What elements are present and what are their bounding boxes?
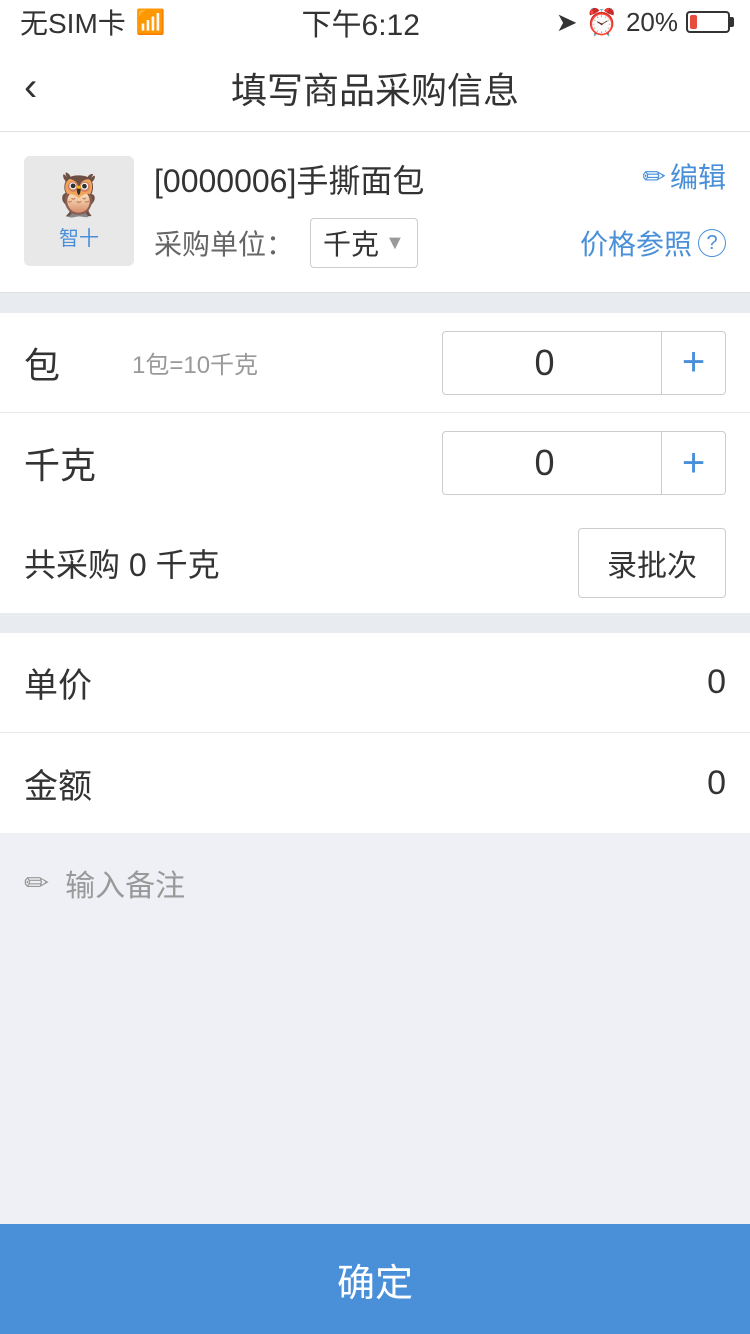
location-icon: ➤	[556, 7, 578, 38]
summary-row: 共采购 0 千克 录批次	[0, 513, 750, 613]
status-bar: 无SIM卡 📶 下午6:12 ➤ ⏰ 20%	[0, 0, 750, 44]
kg-plus-button[interactable]: +	[662, 431, 726, 495]
unit-price-value: 0	[707, 663, 726, 702]
page-title: 填写商品采购信息	[231, 62, 519, 114]
unit-label-text: 采购单位：	[154, 223, 294, 263]
status-right: ➤ ⏰ 20%	[556, 7, 730, 38]
edit-button[interactable]: ✏ 编辑	[643, 156, 726, 196]
edit-icon: ✏	[643, 160, 666, 193]
bao-input[interactable]	[442, 331, 662, 395]
kg-input-wrap: +	[442, 431, 726, 495]
price-section: 单价 0 金额 0	[0, 633, 750, 833]
product-name: [0000006]手撕面包	[154, 156, 726, 202]
product-info: [0000006]手撕面包 采购单位： 千克 ▼ 价格参照 ?	[154, 156, 726, 268]
product-image: 🦉 智十	[24, 156, 134, 266]
bao-plus-button[interactable]: +	[662, 331, 726, 395]
total-amount-label: 金额	[24, 759, 92, 808]
status-left: 无SIM卡 📶	[20, 2, 166, 42]
unit-value: 千克	[323, 223, 379, 263]
kg-input-row: 千克 +	[0, 413, 750, 513]
total-amount-row: 金额 0	[0, 733, 750, 833]
alarm-icon: ⏰	[586, 7, 618, 38]
battery-percentage: 20%	[626, 7, 678, 38]
product-card: 🦉 智十 [0000006]手撕面包 采购单位： 千克 ▼ 价格参照 ? ✏ 编…	[0, 132, 750, 293]
note-placeholder-text: 输入备注	[65, 861, 185, 905]
bao-input-row: 包 1包=10千克 +	[0, 313, 750, 413]
battery-indicator	[686, 11, 730, 33]
dropdown-arrow-icon: ▼	[385, 232, 405, 255]
unit-selector[interactable]: 千克 ▼	[310, 218, 418, 268]
kg-input[interactable]	[442, 431, 662, 495]
back-button[interactable]: ‹	[24, 65, 37, 110]
content-spacer	[0, 933, 750, 1273]
bao-label: 包	[24, 337, 124, 389]
total-amount-value: 0	[707, 764, 726, 803]
confirm-button[interactable]: 确定	[0, 1224, 750, 1334]
pencil-icon: ✏	[24, 866, 49, 901]
wifi-icon: 📶	[136, 8, 166, 37]
unit-price-row: 单价 0	[0, 633, 750, 733]
summary-text: 共采购 0 千克	[24, 540, 220, 586]
bao-input-wrap: +	[442, 331, 726, 395]
confirm-label: 确定	[337, 1252, 413, 1307]
unit-price-label: 单价	[24, 658, 92, 707]
section-divider-2	[0, 613, 750, 633]
nav-bar: ‹ 填写商品采购信息	[0, 44, 750, 132]
carrier-text: 无SIM卡	[20, 2, 126, 42]
product-meta: 采购单位： 千克 ▼ 价格参照 ?	[154, 218, 726, 268]
time-display: 下午6:12	[302, 0, 420, 44]
price-reference-link[interactable]: 价格参照 ?	[580, 223, 726, 263]
price-ref-label: 价格参照	[580, 223, 692, 263]
section-divider-1	[0, 293, 750, 313]
note-section[interactable]: ✏ 输入备注	[0, 833, 750, 933]
help-icon: ?	[698, 229, 726, 257]
bao-sublabel: 1包=10千克	[132, 345, 258, 380]
kg-label: 千克	[24, 437, 124, 489]
quantity-input-section: 包 1包=10千克 + 千克 +	[0, 313, 750, 513]
record-batch-button[interactable]: 录批次	[578, 528, 726, 598]
edit-label: 编辑	[670, 156, 726, 196]
